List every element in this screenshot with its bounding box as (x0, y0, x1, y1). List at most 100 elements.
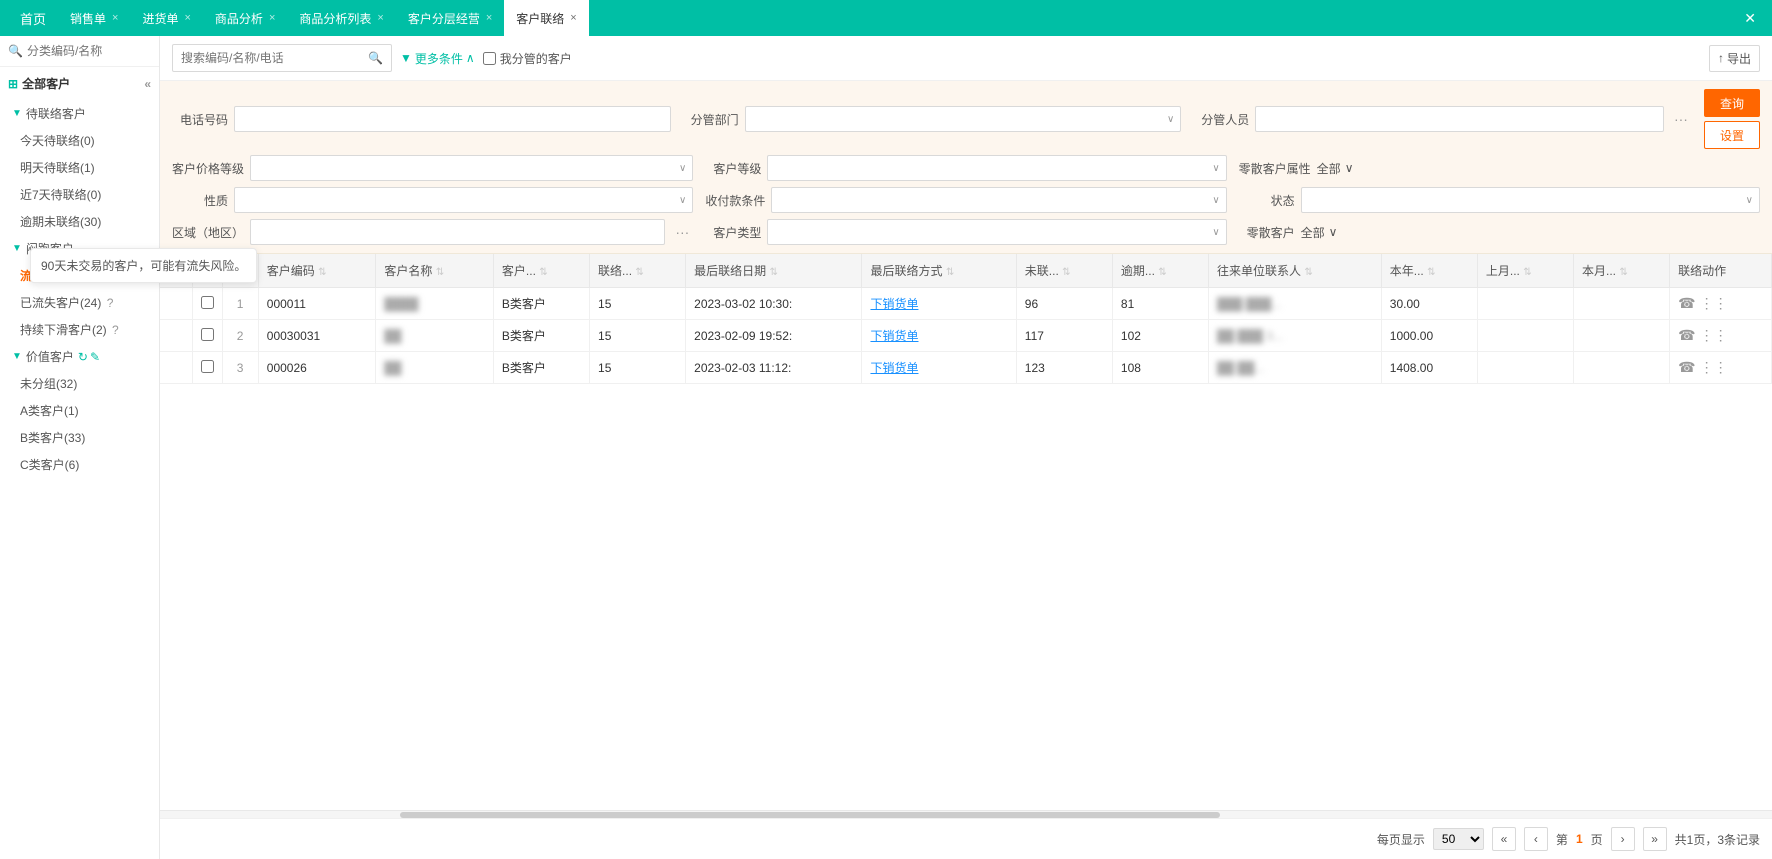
first-page-btn[interactable]: « (1492, 827, 1516, 851)
search-input[interactable] (181, 51, 368, 65)
zero-customer-select[interactable]: 全部 ∨ (1301, 224, 1760, 241)
close-sales-tab[interactable]: × (112, 12, 118, 24)
payment-select[interactable]: ∨ (771, 187, 1226, 213)
row-settings-1 (160, 320, 192, 352)
sidebar-group-pending[interactable]: ▼ 待联络客户 (0, 100, 159, 127)
settings-button[interactable]: 设置 (1704, 121, 1760, 149)
region-select[interactable] (250, 219, 665, 245)
action-more-1[interactable]: ⋮⋮ (1700, 327, 1728, 344)
col-type[interactable]: 客户... ⇅ (493, 254, 589, 288)
col-name[interactable]: 客户名称 ⇅ (376, 254, 494, 288)
price-grade-select[interactable]: ∨ (250, 155, 693, 181)
row-name-0: ████ (376, 288, 494, 320)
search-icon[interactable]: 🔍 (368, 51, 383, 65)
close-customer-contact-tab[interactable]: × (570, 12, 576, 24)
row-last-way-0[interactable]: 下销货单 (862, 288, 1016, 320)
sidebar-item-tomorrow-pending[interactable]: 明天待联络(1) (0, 154, 159, 181)
sidebar-group-value[interactable]: ▼ 价值客户 ↻ ✎ (0, 343, 159, 370)
next-page-btn[interactable]: › (1611, 827, 1635, 851)
dept-select[interactable]: ∨ (745, 106, 1182, 132)
filter-person: 分管人员 ··· (1193, 106, 1692, 132)
sidebar-item-declining[interactable]: 持续下滑客户(2) ? (0, 316, 159, 343)
customer-grade-select[interactable]: ∨ (767, 155, 1226, 181)
my-customer-checkbox-wrap[interactable]: 我分管的客户 (483, 50, 572, 67)
person-select[interactable] (1255, 106, 1664, 132)
col-overdue[interactable]: 逾期... ⇅ (1112, 254, 1208, 288)
page-label-pre: 第 (1556, 831, 1568, 848)
gender-select[interactable]: ∨ (234, 187, 693, 213)
zero-attr-select[interactable]: 全部 ∨ (1317, 160, 1760, 177)
export-btn[interactable]: ↑ 导出 (1709, 45, 1760, 72)
col-contact[interactable]: 联络... ⇅ (590, 254, 686, 288)
action-phone-1[interactable]: ☎ (1678, 327, 1695, 344)
action-phone-2[interactable]: ☎ (1678, 359, 1695, 376)
row-no-contact-0: 96 (1016, 288, 1112, 320)
col-this-year[interactable]: 本年... ⇅ (1381, 254, 1477, 288)
row-settings-0 (160, 288, 192, 320)
sidebar-item-b-class[interactable]: B类客户(33) (0, 424, 159, 451)
page-size-select[interactable]: 50 100 200 (1433, 828, 1484, 850)
col-this-month[interactable]: 本月... ⇅ (1574, 254, 1670, 288)
row-this-month-0 (1574, 288, 1670, 320)
sidebar-collapse-btn[interactable]: « (144, 77, 151, 91)
sidebar-item-c-class[interactable]: C类客户(6) (0, 451, 159, 478)
phone-input[interactable] (234, 106, 671, 132)
nav-tab-customer-contact[interactable]: 客户联络 × (504, 0, 588, 36)
close-customer-layer-tab[interactable]: × (486, 12, 492, 24)
row-checkbox-input-1[interactable] (201, 328, 214, 341)
customer-type-select[interactable]: ∨ (767, 219, 1226, 245)
close-analysis-tab[interactable]: × (269, 12, 275, 24)
row-last-way-2[interactable]: 下销货单 (862, 352, 1016, 384)
last-page-btn[interactable]: » (1643, 827, 1667, 851)
my-customer-checkbox[interactable] (483, 52, 496, 65)
row-checkbox-input-2[interactable] (201, 360, 214, 373)
col-no-contact[interactable]: 未联... ⇅ (1016, 254, 1112, 288)
status-select[interactable]: ∨ (1301, 187, 1760, 213)
row-this-month-2 (1574, 352, 1670, 384)
row-checkbox-2[interactable] (192, 352, 222, 384)
action-more-0[interactable]: ⋮⋮ (1700, 295, 1728, 312)
close-all-tabs[interactable]: ✕ (1736, 10, 1764, 27)
row-checkbox-1[interactable] (192, 320, 222, 352)
col-last-contact-date[interactable]: 最后联络日期 ⇅ (686, 254, 862, 288)
bottom-scrollbar[interactable] (160, 810, 1772, 818)
refresh-icon[interactable]: ↻ (78, 350, 88, 364)
nav-tab-home[interactable]: 首页 (8, 0, 58, 36)
col-last-month[interactable]: 上月... ⇅ (1477, 254, 1573, 288)
action-more-2[interactable]: ⋮⋮ (1700, 359, 1728, 376)
sidebar-item-a-class[interactable]: A类客户(1) (0, 397, 159, 424)
col-unit-contact[interactable]: 往来单位联系人 ⇅ (1209, 254, 1382, 288)
nav-tab-analysis[interactable]: 商品分析 × (203, 0, 287, 36)
row-settings-2 (160, 352, 192, 384)
sidebar-item-already-lost[interactable]: 已流失客户(24) ? (0, 289, 159, 316)
filter-customer-type: 客户类型 ∨ (705, 219, 1226, 245)
all-customers-section[interactable]: ⊞ 全部客户 « (0, 67, 159, 100)
nav-tab-sales[interactable]: 销售单 × (58, 0, 130, 36)
nav-tab-purchase[interactable]: 进货单 × (130, 0, 202, 36)
row-overdue-2: 108 (1112, 352, 1208, 384)
sidebar-item-overdue-pending[interactable]: 逾期未联络(30) (0, 208, 159, 235)
close-analysis-list-tab[interactable]: × (377, 12, 383, 24)
scrollbar-thumb[interactable] (400, 812, 1220, 818)
col-last-contact-way[interactable]: 最后联络方式 ⇅ (862, 254, 1016, 288)
nav-tab-customer-layer[interactable]: 客户分层经营 × (396, 0, 504, 36)
col-code[interactable]: 客户编码 ⇅ (258, 254, 376, 288)
person-more-btn[interactable]: ··· (1670, 111, 1692, 127)
query-button[interactable]: 查询 (1704, 89, 1760, 117)
close-purchase-tab[interactable]: × (184, 12, 190, 24)
sidebar-item-today-pending[interactable]: 今天待联络(0) (0, 127, 159, 154)
edit-icon[interactable]: ✎ (90, 350, 100, 364)
row-checkbox-0[interactable] (192, 288, 222, 320)
sidebar-search-input[interactable] (27, 44, 160, 58)
action-phone-0[interactable]: ☎ (1678, 295, 1695, 312)
row-last-way-1[interactable]: 下销货单 (862, 320, 1016, 352)
region-more-btn[interactable]: ··· (671, 224, 693, 240)
row-last-date-2: 2023-02-03 11:12: (686, 352, 862, 384)
nav-tab-analysis-list[interactable]: 商品分析列表 × (287, 0, 395, 36)
row-checkbox-input-0[interactable] (201, 296, 214, 309)
more-conditions-btn[interactable]: ▼ 更多条件 ∧ (400, 50, 475, 67)
sort-icon-unit: ⇅ (1304, 267, 1312, 278)
sidebar-item-7days-pending[interactable]: 近7天待联络(0) (0, 181, 159, 208)
prev-page-btn[interactable]: ‹ (1524, 827, 1548, 851)
sidebar-item-ungroup[interactable]: 未分组(32) (0, 370, 159, 397)
